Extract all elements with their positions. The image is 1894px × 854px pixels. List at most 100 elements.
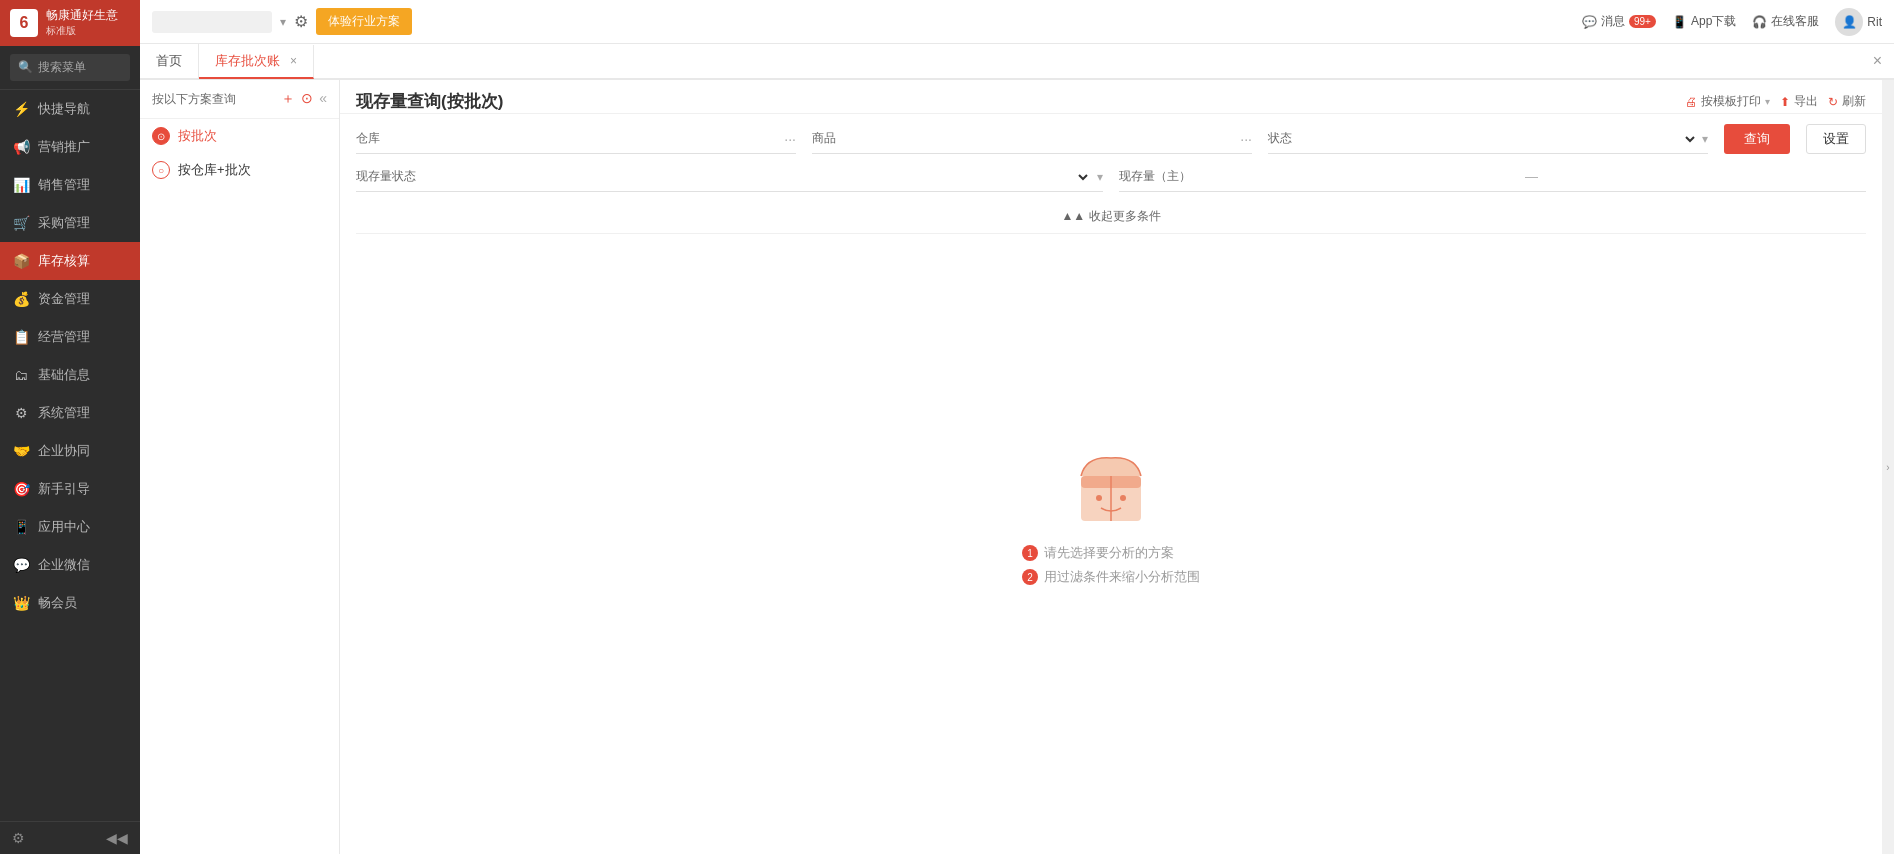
tab-inventory-batch[interactable]: 库存批次账 ×: [199, 45, 314, 79]
status-select[interactable]: [1312, 131, 1698, 147]
sidebar-item-quick-nav[interactable]: ⚡ 快捷导航: [0, 90, 140, 128]
sidebar-item-marketing[interactable]: 📢 营销推广: [0, 128, 140, 166]
active-tab-label: 库存批次账: [215, 52, 280, 70]
scheme-by-batch-label: 按批次: [178, 127, 217, 145]
apps-icon: 📱: [12, 519, 30, 535]
sidebar-item-sales[interactable]: 📊 销售管理: [0, 166, 140, 204]
filter-area: 仓库 ··· 商品 ··· 状态: [340, 114, 1882, 234]
topbar-search-input[interactable]: [152, 11, 272, 33]
export-icon: ⬆: [1780, 95, 1790, 109]
finance-icon: 💰: [12, 291, 30, 307]
left-panel: 按以下方案查询 ＋ ⊙ « ⊙ 按批次 ○ 按仓库+批次: [140, 80, 340, 854]
username-label: Rit: [1867, 15, 1882, 29]
sidebar-item-member[interactable]: 👑 畅会员: [0, 584, 140, 622]
sidebar-nav: ⚡ 快捷导航 📢 营销推广 📊 销售管理 🛒 采购管理 📦 库存核算 💰 资金管…: [0, 90, 140, 821]
left-panel-title: 按以下方案查询: [152, 91, 236, 108]
status-label: 状态: [1268, 130, 1308, 147]
experience-button[interactable]: 体验行业方案: [316, 8, 412, 35]
search-menu-button[interactable]: 🔍 搜索菜单: [10, 54, 130, 81]
topbar-settings-icon[interactable]: ⚙: [294, 12, 308, 31]
inventory-label: 库存核算: [38, 252, 90, 270]
collapse-left-panel-icon[interactable]: «: [319, 90, 327, 108]
warehouse-filter: 仓库 ···: [356, 126, 796, 154]
collapse-sidebar-icon[interactable]: ◀◀: [106, 830, 128, 846]
basic-label: 基础信息: [38, 366, 90, 384]
scheme-item-by-batch[interactable]: ⊙ 按批次: [140, 119, 339, 153]
avatar: 👤: [1835, 8, 1863, 36]
goods-label: 商品: [812, 130, 852, 147]
query-button[interactable]: 查询: [1724, 124, 1790, 154]
right-edge-collapse[interactable]: ›: [1882, 80, 1894, 854]
messages-button[interactable]: 💬 消息 99+: [1582, 13, 1656, 30]
sales-label: 销售管理: [38, 176, 90, 194]
goods-dots-icon[interactable]: ···: [1240, 131, 1252, 147]
left-panel-header: 按以下方案查询 ＋ ⊙ «: [140, 80, 339, 119]
tab-close-icon[interactable]: ×: [290, 54, 297, 68]
online-service-button[interactable]: 🎧 在线客服: [1752, 13, 1819, 30]
newbie-icon: 🎯: [12, 481, 30, 497]
sidebar-item-inventory[interactable]: 📦 库存核算: [0, 242, 140, 280]
sidebar-item-weixin[interactable]: 💬 企业微信: [0, 546, 140, 584]
inventory-status-label: 现存量状态: [356, 168, 416, 185]
sidebar-item-system[interactable]: ⚙ 系统管理: [0, 394, 140, 432]
marketing-label: 营销推广: [38, 138, 90, 156]
refresh-icon: ↻: [1828, 95, 1838, 109]
empty-hint-1: 1 请先选择要分析的方案: [1022, 544, 1200, 562]
system-label: 系统管理: [38, 404, 90, 422]
goods-input[interactable]: [856, 132, 1236, 146]
scheme-item-by-warehouse-batch[interactable]: ○ 按仓库+批次: [140, 153, 339, 187]
empty-state: 1 请先选择要分析的方案 2 用过滤条件来缩小分析范围: [340, 234, 1882, 854]
inventory-qty-max-input[interactable]: [1548, 170, 1866, 184]
scheme-inactive-icon: ○: [152, 161, 170, 179]
sidebar-item-basic[interactable]: 🗂 基础信息: [0, 356, 140, 394]
sidebar-item-business[interactable]: 📋 经营管理: [0, 318, 140, 356]
tab-home[interactable]: 首页: [140, 44, 199, 78]
search-menu-label: 搜索菜单: [38, 59, 86, 76]
settings-button[interactable]: 设置: [1806, 124, 1866, 154]
export-button[interactable]: ⬆ 导出: [1780, 93, 1818, 110]
messages-label: 消息: [1601, 13, 1625, 30]
warehouse-dots-icon[interactable]: ···: [784, 131, 796, 147]
app-download-button[interactable]: 📱 App下载: [1672, 13, 1736, 30]
weixin-icon: 💬: [12, 557, 30, 573]
panel-close-button[interactable]: ×: [1873, 52, 1882, 70]
print-label: 按模板打印: [1701, 93, 1761, 110]
scheme-settings-icon[interactable]: ⊙: [301, 90, 313, 108]
enterprise-label: 企业协同: [38, 442, 90, 460]
messages-badge: 99+: [1629, 15, 1656, 28]
sidebar-item-newbie[interactable]: 🎯 新手引导: [0, 470, 140, 508]
business-label: 经营管理: [38, 328, 90, 346]
inventory-status-dropdown-icon: ▾: [1097, 170, 1103, 184]
tabbar: 首页 库存批次账 × ×: [140, 44, 1894, 80]
add-scheme-icon[interactable]: ＋: [281, 90, 295, 108]
collapse-bar[interactable]: ▲▲ 收起更多条件: [356, 200, 1866, 234]
topbar-chevron-icon[interactable]: ▾: [280, 15, 286, 29]
settings-footer-icon[interactable]: ⚙: [12, 830, 25, 846]
refresh-button[interactable]: ↻ 刷新: [1828, 93, 1866, 110]
collapse-up-icon: ▲▲: [1061, 209, 1088, 223]
hint-num-2: 2: [1022, 569, 1038, 585]
scheme-active-icon: ⊙: [152, 127, 170, 145]
sidebar-item-enterprise[interactable]: 🤝 企业协同: [0, 432, 140, 470]
svg-point-4: [1120, 495, 1126, 501]
warehouse-label: 仓库: [356, 130, 396, 147]
sidebar-item-apps[interactable]: 📱 应用中心: [0, 508, 140, 546]
user-profile-button[interactable]: 👤 Rit: [1835, 8, 1882, 36]
inventory-qty-label: 现存量（主）: [1119, 168, 1191, 185]
sidebar-search-area[interactable]: 🔍 搜索菜单: [0, 46, 140, 90]
topbar-actions: 💬 消息 99+ 📱 App下载 🎧 在线客服 👤 Rit: [1582, 8, 1882, 36]
marketing-icon: 📢: [12, 139, 30, 155]
sidebar-item-finance[interactable]: 💰 资金管理: [0, 280, 140, 318]
warehouse-input[interactable]: [400, 132, 780, 146]
inventory-qty-min-input[interactable]: [1197, 170, 1515, 184]
goods-filter: 商品 ···: [812, 126, 1252, 154]
inventory-status-select[interactable]: [422, 169, 1091, 185]
sidebar-item-purchase[interactable]: 🛒 采购管理: [0, 204, 140, 242]
print-dropdown-icon[interactable]: ▾: [1765, 96, 1770, 107]
system-icon: ⚙: [12, 405, 30, 421]
qty-dash: —: [1525, 169, 1538, 184]
purchase-label: 采购管理: [38, 214, 90, 232]
print-button[interactable]: 🖨 按模板打印 ▾: [1685, 93, 1770, 110]
print-icon: 🖨: [1685, 95, 1697, 109]
home-tab-label: 首页: [156, 52, 182, 70]
